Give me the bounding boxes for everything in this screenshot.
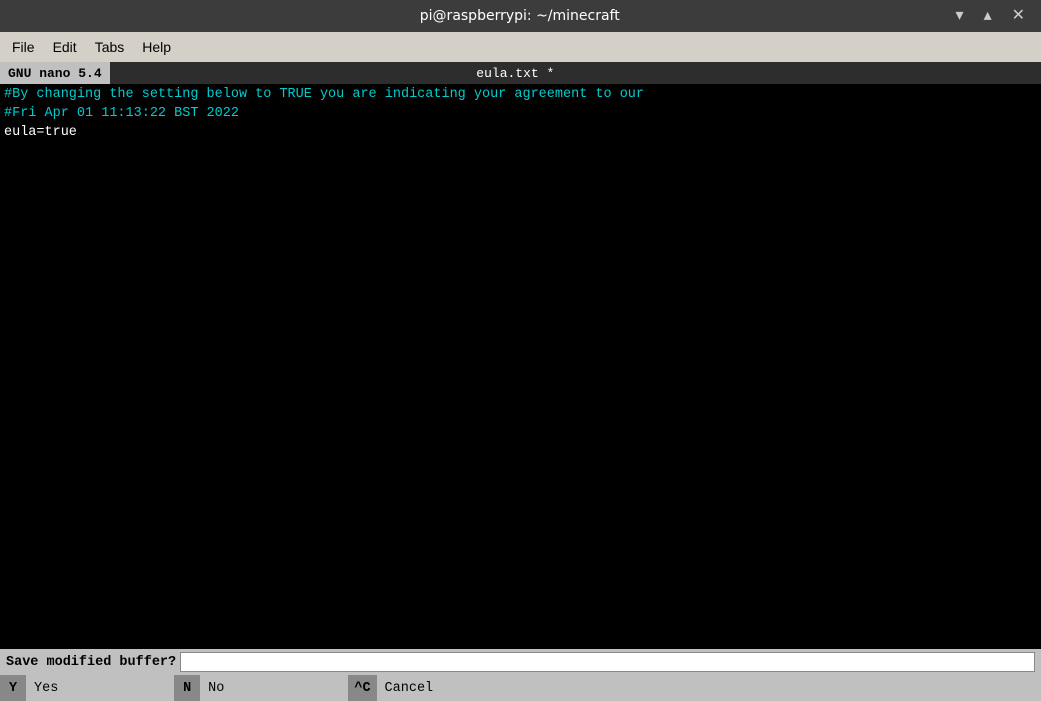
option-no[interactable]: N No (174, 675, 347, 701)
menu-bar: File Edit Tabs Help (0, 32, 1041, 62)
window-controls: ▾ ▴ ✕ (950, 6, 1031, 26)
save-prompt-text: Save modified buffer? (6, 655, 176, 670)
editor-line-3: eula=true (0, 124, 1041, 143)
option-yes[interactable]: Y Yes (0, 675, 173, 701)
option-no-label: No (200, 675, 232, 701)
menu-edit[interactable]: Edit (45, 37, 85, 57)
option-no-key: N (174, 675, 200, 701)
option-yes-label: Yes (26, 675, 66, 701)
close-button[interactable]: ✕ (1006, 6, 1031, 26)
save-prompt-bar: Save modified buffer? (0, 649, 1041, 675)
title-bar: pi@raspberrypi: ~/minecraft ▾ ▴ ✕ (0, 0, 1041, 32)
nano-editor: GNU nano 5.4 eula.txt * #By changing the… (0, 62, 1041, 701)
editor-content[interactable]: #By changing the setting below to TRUE y… (0, 84, 1041, 649)
option-cancel-label: Cancel (377, 675, 442, 701)
nano-version: GNU nano 5.4 (0, 62, 110, 84)
save-prompt-input[interactable] (180, 652, 1035, 672)
menu-file[interactable]: File (4, 37, 43, 57)
option-cancel[interactable]: ^C Cancel (348, 675, 521, 701)
nano-filename: eula.txt * (110, 66, 921, 81)
window-title: pi@raspberrypi: ~/minecraft (90, 8, 950, 24)
maximize-button[interactable]: ▴ (978, 6, 998, 26)
menu-help[interactable]: Help (134, 37, 179, 57)
minimize-button[interactable]: ▾ (950, 6, 970, 26)
editor-line-2: #Fri Apr 01 11:13:22 BST 2022 (0, 105, 1041, 124)
editor-line-1: #By changing the setting below to TRUE y… (0, 86, 1041, 105)
nano-bottom: Save modified buffer? Y Yes N No ^C Canc… (0, 649, 1041, 701)
option-cancel-key: ^C (348, 675, 376, 701)
nano-options-bar: Y Yes N No ^C Cancel (0, 675, 1041, 701)
nano-header: GNU nano 5.4 eula.txt * (0, 62, 1041, 84)
option-yes-key: Y (0, 675, 26, 701)
menu-tabs[interactable]: Tabs (87, 37, 133, 57)
